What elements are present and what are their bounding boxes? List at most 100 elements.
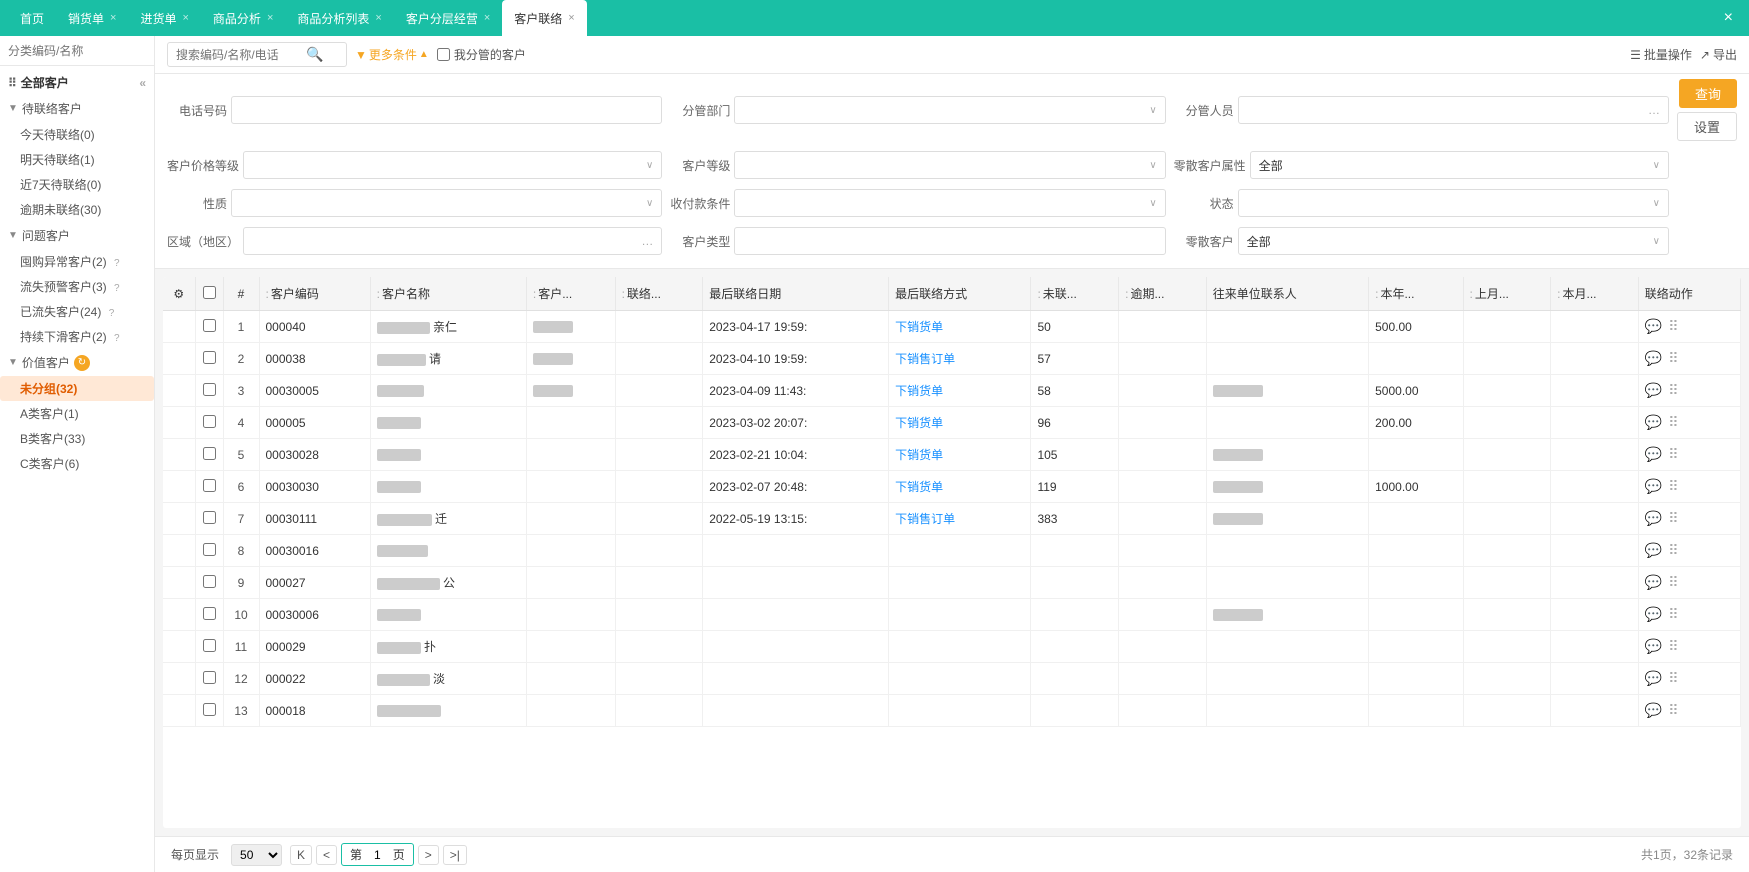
reset-button[interactable]: 设置 xyxy=(1677,112,1737,141)
menu-icon-6[interactable]: ⠿ xyxy=(1668,510,1678,527)
page-size-select[interactable]: 50 100 xyxy=(231,844,282,866)
more-conditions-btn[interactable]: ▼ 更多条件 ▲ xyxy=(355,46,429,63)
prev-page-btn[interactable]: < xyxy=(316,845,337,865)
menu-icon-1[interactable]: ⠿ xyxy=(1668,350,1678,367)
chat-icon-11[interactable]: 💬 xyxy=(1645,670,1662,687)
export-btn[interactable]: ↗ 导出 xyxy=(1700,46,1737,63)
payment-select[interactable]: ∨ xyxy=(734,189,1165,217)
row-checkbox-2[interactable] xyxy=(203,383,216,396)
cell-check-5[interactable] xyxy=(195,471,223,503)
tab-product-analysis-list[interactable]: 商品分析列表 × xyxy=(285,0,393,36)
tab-product-analysis[interactable]: 商品分析 × xyxy=(201,0,285,36)
row-checkbox-1[interactable] xyxy=(203,351,216,364)
menu-icon-0[interactable]: ⠿ xyxy=(1668,318,1678,335)
menu-icon-8[interactable]: ⠿ xyxy=(1668,574,1678,591)
cell-check-9[interactable] xyxy=(195,599,223,631)
retail-attr-select[interactable]: 全部∨ xyxy=(1250,151,1669,179)
menu-icon-12[interactable]: ⠿ xyxy=(1668,702,1678,719)
th-settings[interactable]: ⚙ xyxy=(163,277,195,311)
th-no-contact[interactable]: :未联... xyxy=(1031,277,1119,311)
cell-check-1[interactable] xyxy=(195,343,223,375)
current-page[interactable]: 第 页 xyxy=(341,843,414,866)
sidebar-item-churned[interactable]: 已流失客户(24) ? xyxy=(0,299,154,324)
tab-customer-segment-close[interactable]: × xyxy=(484,12,490,24)
th-check[interactable] xyxy=(195,277,223,311)
row-checkbox-6[interactable] xyxy=(203,511,216,524)
cell-check-4[interactable] xyxy=(195,439,223,471)
sidebar-item-class-c[interactable]: C类客户(6) xyxy=(0,451,154,476)
chat-icon-10[interactable]: 💬 xyxy=(1645,638,1662,655)
sidebar-item-class-a[interactable]: A类客户(1) xyxy=(0,401,154,426)
last-type-link-5[interactable]: 下销货单 xyxy=(895,480,943,494)
chat-icon-4[interactable]: 💬 xyxy=(1645,446,1662,463)
th-overdue[interactable]: :逾期... xyxy=(1119,277,1207,311)
tab-product-analysis-close[interactable]: × xyxy=(267,12,273,24)
tab-home[interactable]: 首页 xyxy=(8,0,56,36)
last-type-link-6[interactable]: 下销售订单 xyxy=(895,512,955,526)
cell-check-3[interactable] xyxy=(195,407,223,439)
group-problem-customers[interactable]: ▼ 问题客户 xyxy=(0,222,154,249)
region-input[interactable]: … xyxy=(243,227,662,255)
tab-sales-close[interactable]: × xyxy=(110,12,116,24)
select-all-checkbox[interactable] xyxy=(203,286,216,299)
sidebar-item-hoarding-abnormal[interactable]: 囤购异常客户(2) ? xyxy=(0,249,154,274)
chat-icon-2[interactable]: 💬 xyxy=(1645,382,1662,399)
cell-check-0[interactable] xyxy=(195,311,223,343)
menu-icon-11[interactable]: ⠿ xyxy=(1668,670,1678,687)
th-this-month[interactable]: :本月... xyxy=(1551,277,1639,311)
first-page-btn[interactable]: K xyxy=(290,845,312,865)
phone-input[interactable] xyxy=(231,96,662,124)
cell-check-8[interactable] xyxy=(195,567,223,599)
last-type-link-0[interactable]: 下销货单 xyxy=(895,320,943,334)
row-checkbox-8[interactable] xyxy=(203,575,216,588)
row-checkbox-0[interactable] xyxy=(203,319,216,332)
row-checkbox-12[interactable] xyxy=(203,703,216,716)
cell-check-11[interactable] xyxy=(195,663,223,695)
row-checkbox-5[interactable] xyxy=(203,479,216,492)
th-code[interactable]: :客户编码 xyxy=(259,277,370,311)
status-select[interactable]: ∨ xyxy=(1238,189,1669,217)
group-value-customers[interactable]: ▼ 价值客户 ↻ xyxy=(0,349,154,376)
sidebar-item-today-pending[interactable]: 今天待联络(0) xyxy=(0,122,154,147)
group-pending-contact[interactable]: ▼ 待联络客户 xyxy=(0,95,154,122)
nature-select[interactable]: ∨ xyxy=(231,189,662,217)
th-contact[interactable]: :联络... xyxy=(615,277,703,311)
sidebar-item-declining[interactable]: 持续下滑客户(2) ? xyxy=(0,324,154,349)
tab-customer-segment[interactable]: 客户分层经营 × xyxy=(394,0,502,36)
menu-icon-10[interactable]: ⠿ xyxy=(1668,638,1678,655)
chat-icon-1[interactable]: 💬 xyxy=(1645,350,1662,367)
menu-icon-7[interactable]: ⠿ xyxy=(1668,542,1678,559)
sidebar-item-overdue-pending[interactable]: 逾期未联络(30) xyxy=(0,197,154,222)
th-name[interactable]: :客户名称 xyxy=(370,277,526,311)
person-input[interactable]: … xyxy=(1238,96,1669,124)
main-search-input[interactable] xyxy=(176,48,306,62)
retail-customer-select[interactable]: 全部∨ xyxy=(1238,227,1669,255)
menu-icon-3[interactable]: ⠿ xyxy=(1668,414,1678,431)
last-type-link-1[interactable]: 下销售订单 xyxy=(895,352,955,366)
my-customers-checkbox-label[interactable]: 我分管的客户 xyxy=(437,46,526,63)
last-type-link-4[interactable]: 下销货单 xyxy=(895,448,943,462)
tab-purchase-close[interactable]: × xyxy=(182,12,188,24)
chat-icon-12[interactable]: 💬 xyxy=(1645,702,1662,719)
all-customers-header[interactable]: ⠿ 全部客户 « xyxy=(0,66,154,95)
chat-icon-9[interactable]: 💬 xyxy=(1645,606,1662,623)
cell-check-10[interactable] xyxy=(195,631,223,663)
global-close-button[interactable]: × xyxy=(1716,9,1741,27)
sidebar-item-churn-warning[interactable]: 流失预警客户(3) ? xyxy=(0,274,154,299)
chat-icon-5[interactable]: 💬 xyxy=(1645,478,1662,495)
chat-icon-6[interactable]: 💬 xyxy=(1645,510,1662,527)
sidebar-item-class-b[interactable]: B类客户(33) xyxy=(0,426,154,451)
page-input[interactable] xyxy=(365,848,389,862)
menu-icon-2[interactable]: ⠿ xyxy=(1668,382,1678,399)
next-page-btn[interactable]: > xyxy=(418,845,439,865)
last-type-link-2[interactable]: 下销货单 xyxy=(895,384,943,398)
dept-select[interactable]: ∨ xyxy=(734,96,1165,124)
customer-type-input[interactable] xyxy=(734,227,1165,255)
cell-check-12[interactable] xyxy=(195,695,223,727)
sidebar-search-input[interactable] xyxy=(8,44,155,58)
row-checkbox-11[interactable] xyxy=(203,671,216,684)
th-last-contact-date[interactable]: 最后联络日期 xyxy=(703,277,889,311)
cell-check-2[interactable] xyxy=(195,375,223,407)
th-this-year[interactable]: :本年... xyxy=(1369,277,1463,311)
tab-customer-contact-close[interactable]: × xyxy=(568,12,574,24)
